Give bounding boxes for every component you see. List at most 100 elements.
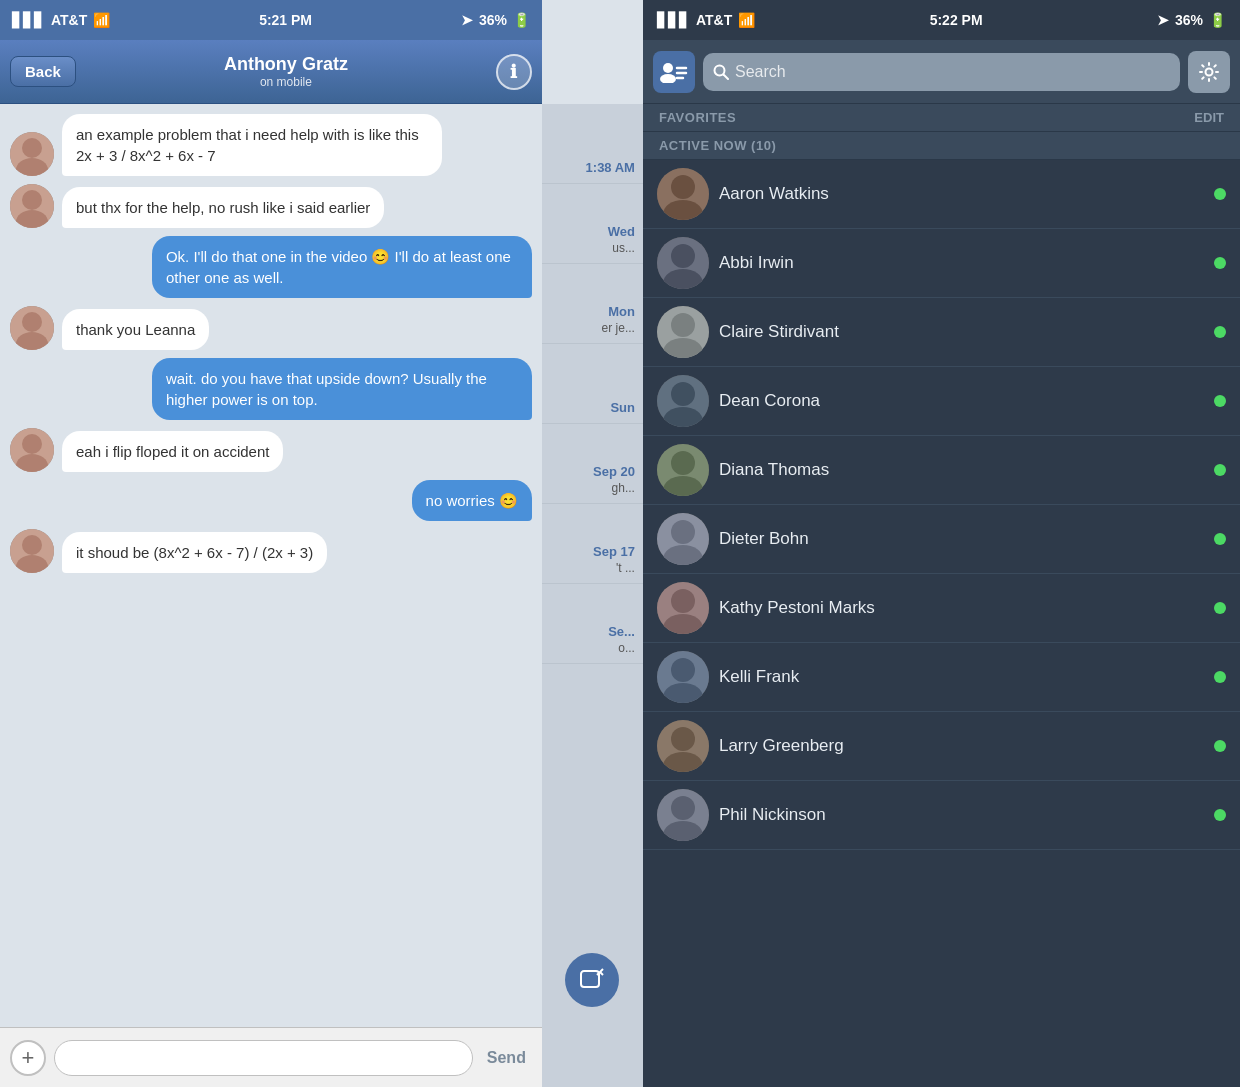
svg-point-10 bbox=[22, 434, 42, 454]
settings-button[interactable] bbox=[1188, 51, 1230, 93]
svg-point-25 bbox=[1205, 68, 1212, 75]
nav-bar-left: Back Anthony Gratz on mobile ℹ bbox=[0, 40, 542, 104]
battery-icon-left: 🔋 bbox=[513, 12, 530, 28]
online-indicator bbox=[1214, 257, 1226, 269]
search-input[interactable] bbox=[735, 63, 1170, 81]
avatar bbox=[657, 789, 709, 841]
timeline-item[interactable]: 1:38 AM bbox=[542, 104, 643, 184]
message-bubble: wait. do you have that upside down? Usua… bbox=[152, 358, 532, 420]
avatar bbox=[657, 444, 709, 496]
contact-name: Dieter Bohn bbox=[719, 529, 1204, 549]
location-icon-left: ➤ bbox=[461, 12, 473, 28]
timeline-preview: o... bbox=[618, 641, 635, 657]
timeline-item[interactable]: Sep 17 't ... bbox=[542, 504, 643, 584]
favorites-label: FAVORITES bbox=[659, 110, 736, 125]
message-bubble: but thx for the help, no rush like i sai… bbox=[62, 187, 384, 228]
message-text: wait. do you have that upside down? Usua… bbox=[166, 370, 487, 408]
contact-name: Claire Stirdivant bbox=[719, 322, 1204, 342]
message-bubble: no worries 😊 bbox=[412, 480, 532, 521]
info-button[interactable]: ℹ bbox=[496, 54, 532, 90]
info-icon: ℹ bbox=[510, 61, 517, 83]
contact-item[interactable]: Dieter Bohn bbox=[643, 505, 1240, 574]
timeline-preview: us... bbox=[612, 241, 635, 257]
compose-button[interactable] bbox=[565, 953, 619, 1007]
signal-icon-right: ▋▋▋ bbox=[657, 12, 690, 28]
svg-point-48 bbox=[671, 658, 695, 682]
contact-item[interactable]: Kathy Pestoni Marks bbox=[643, 574, 1240, 643]
contact-item[interactable]: Phil Nickinson bbox=[643, 781, 1240, 850]
send-button[interactable]: Send bbox=[481, 1049, 532, 1067]
back-button[interactable]: Back bbox=[10, 56, 76, 87]
contact-name: Kelli Frank bbox=[719, 667, 1204, 687]
battery-icon-right: 🔋 bbox=[1209, 12, 1226, 28]
avatar bbox=[10, 132, 54, 176]
gear-icon bbox=[1198, 61, 1220, 83]
online-indicator bbox=[1214, 602, 1226, 614]
contacts-icon-button[interactable] bbox=[653, 51, 695, 93]
active-now-section-header: ACTIVE NOW (10) bbox=[643, 132, 1240, 160]
nav-title: Anthony Gratz on mobile bbox=[224, 54, 348, 89]
svg-point-54 bbox=[671, 796, 695, 820]
timeline-item[interactable]: Wed us... bbox=[542, 184, 643, 264]
svg-point-18 bbox=[663, 63, 673, 73]
right-panel: ▋▋▋ AT&T 📶 5:22 PM ➤ 36% 🔋 bbox=[643, 0, 1240, 1087]
contact-item[interactable]: Larry Greenberg bbox=[643, 712, 1240, 781]
contact-item[interactable]: Diana Thomas bbox=[643, 436, 1240, 505]
svg-point-1 bbox=[22, 138, 42, 158]
timeline-date: 1:38 AM bbox=[586, 160, 635, 175]
svg-point-51 bbox=[671, 727, 695, 751]
timeline-item[interactable]: Sep 20 gh... bbox=[542, 424, 643, 504]
avatar bbox=[10, 529, 54, 573]
message-input[interactable] bbox=[54, 1040, 473, 1076]
svg-point-19 bbox=[660, 74, 676, 83]
contact-item[interactable]: Kelli Frank bbox=[643, 643, 1240, 712]
contact-item[interactable]: Claire Stirdivant bbox=[643, 298, 1240, 367]
contact-item[interactable]: Aaron Watkins bbox=[643, 160, 1240, 229]
plus-icon: + bbox=[22, 1045, 35, 1071]
edit-button[interactable]: EDIT bbox=[1194, 110, 1224, 125]
contact-item[interactable]: Abbi Irwin bbox=[643, 229, 1240, 298]
contact-name: Dean Corona bbox=[719, 391, 1204, 411]
online-indicator bbox=[1214, 188, 1226, 200]
search-box bbox=[703, 53, 1180, 91]
wifi-icon-left: 📶 bbox=[93, 12, 110, 28]
chat-contact-status: on mobile bbox=[224, 75, 348, 89]
timeline-strip: 1:38 AM Wed us... Mon er je... Sun Sep 2… bbox=[542, 0, 643, 1087]
message-row: no worries 😊 bbox=[10, 480, 532, 521]
time-right: 5:22 PM bbox=[930, 12, 983, 28]
active-now-label: ACTIVE NOW (10) bbox=[659, 138, 776, 153]
contact-name: Abbi Irwin bbox=[719, 253, 1204, 273]
avatar bbox=[657, 168, 709, 220]
message-bubble: thank you Leanna bbox=[62, 309, 209, 350]
online-indicator bbox=[1214, 464, 1226, 476]
avatar bbox=[657, 237, 709, 289]
timeline-date: Sun bbox=[610, 400, 635, 415]
avatar bbox=[657, 582, 709, 634]
carrier-right: AT&T bbox=[696, 12, 732, 28]
search-icon bbox=[713, 64, 729, 80]
svg-point-27 bbox=[671, 175, 695, 199]
message-bubble: an example problem that i need help with… bbox=[62, 114, 442, 176]
message-text: Ok. I'll do that one in the video 😊 I'll… bbox=[166, 248, 511, 286]
svg-line-17 bbox=[600, 972, 603, 975]
contact-item[interactable]: Dean Corona bbox=[643, 367, 1240, 436]
battery-right: 36% bbox=[1175, 12, 1203, 28]
timeline-date: Sep 17 bbox=[593, 544, 635, 559]
message-text: but thx for the help, no rush like i sai… bbox=[76, 199, 370, 216]
timeline-item[interactable]: Se... o... bbox=[542, 584, 643, 664]
timeline-item[interactable]: Mon er je... bbox=[542, 264, 643, 344]
svg-point-4 bbox=[22, 190, 42, 210]
time-left: 5:21 PM bbox=[259, 12, 312, 28]
input-bar: + Send bbox=[0, 1027, 542, 1087]
online-indicator bbox=[1214, 671, 1226, 683]
timeline-item[interactable]: Sun bbox=[542, 344, 643, 424]
timeline-date: Sep 20 bbox=[593, 464, 635, 479]
battery-info-right: ➤ 36% 🔋 bbox=[1157, 12, 1226, 28]
avatar bbox=[10, 428, 54, 472]
timeline-date: Mon bbox=[608, 304, 635, 319]
search-bar-area bbox=[643, 40, 1240, 104]
svg-point-39 bbox=[671, 451, 695, 475]
add-button[interactable]: + bbox=[10, 1040, 46, 1076]
timeline-preview: 't ... bbox=[616, 561, 635, 577]
timeline-date: Wed bbox=[608, 224, 635, 239]
